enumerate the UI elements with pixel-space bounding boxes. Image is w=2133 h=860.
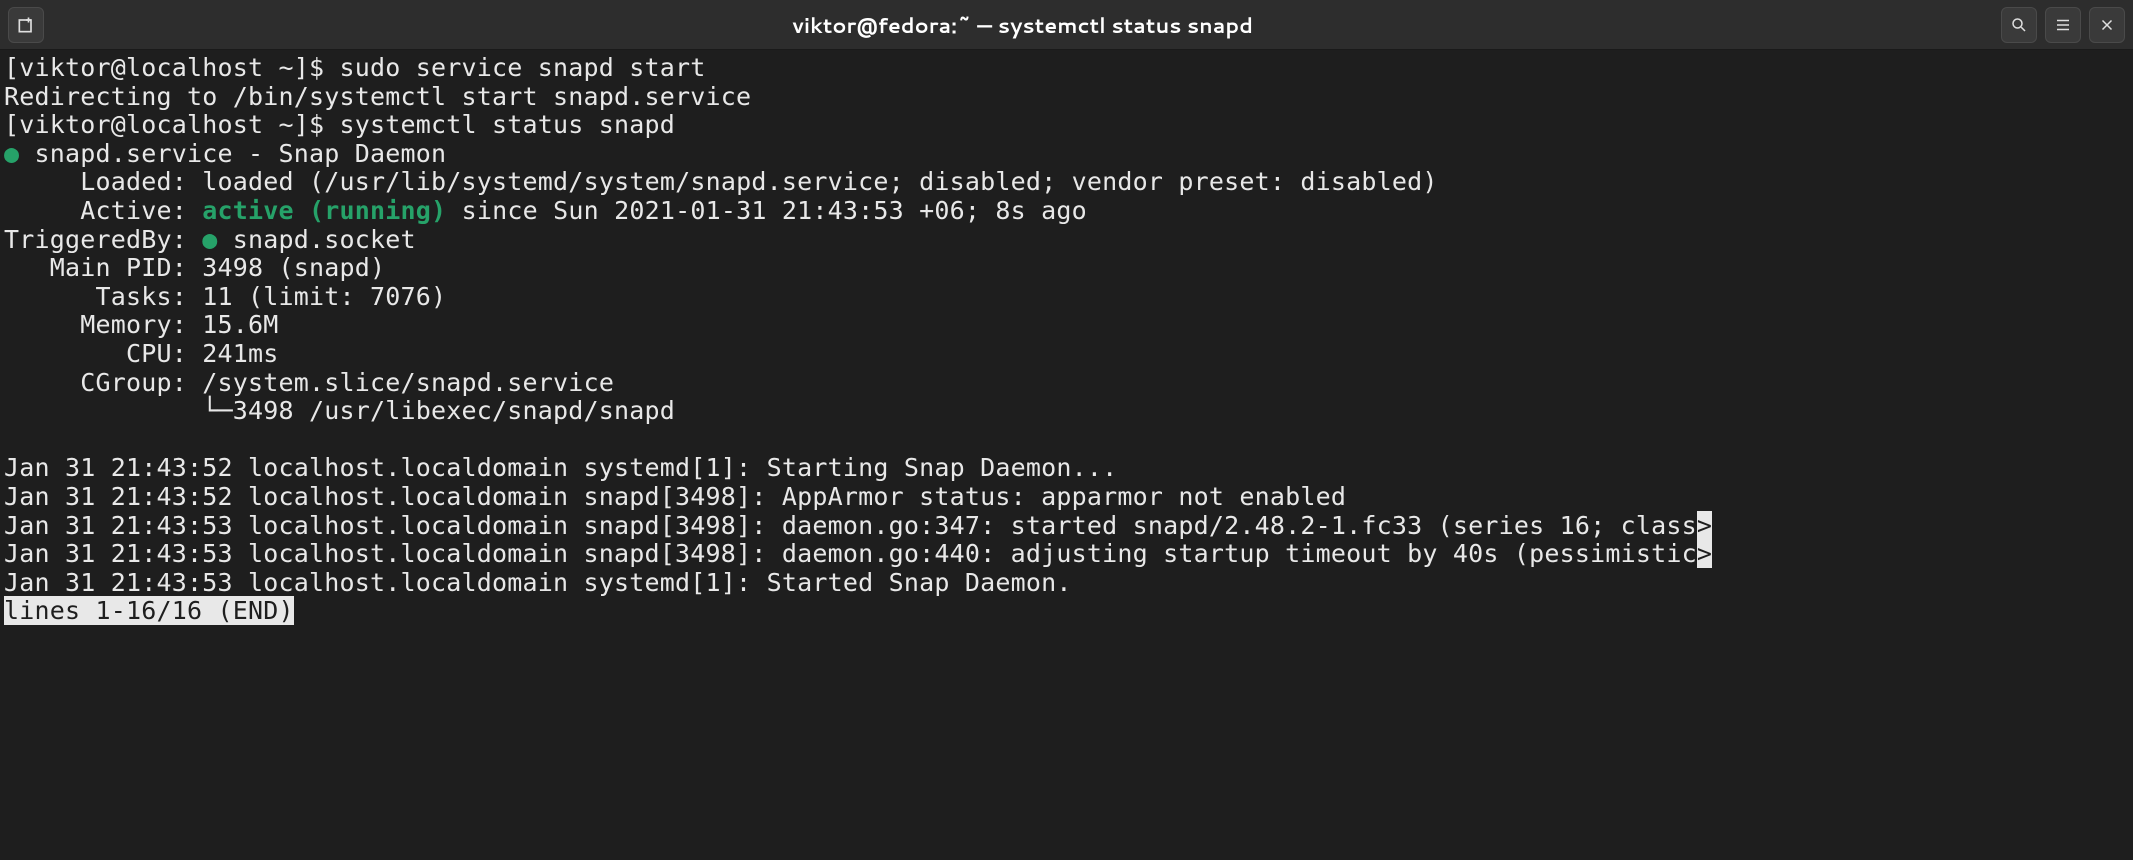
active-since: since Sun 2021-01-31 21:43:53 +06; 8s ag… xyxy=(446,196,1087,225)
status-label: Tasks: xyxy=(4,282,202,311)
shell-prompt: [viktor@localhost ~]$ xyxy=(4,53,340,82)
cpu-value: 241ms xyxy=(202,339,278,368)
mainpid-value: 3498 (snapd) xyxy=(202,253,385,282)
status-label: Loaded: xyxy=(4,167,202,196)
log-line: Jan 31 21:43:52 localhost.localdomain sn… xyxy=(4,482,1346,511)
log-line: Jan 31 21:43:53 localhost.localdomain sy… xyxy=(4,568,1072,597)
status-label: TriggeredBy: xyxy=(4,225,202,254)
search-button[interactable] xyxy=(2001,7,2037,43)
status-value: loaded (/usr/lib/systemd/system/snapd.se… xyxy=(202,167,1437,196)
memory-value: 15.6M xyxy=(202,310,278,339)
status-label: Active: xyxy=(4,196,202,225)
status-label: Main PID: xyxy=(4,253,202,282)
titlebar-actions xyxy=(2001,7,2125,43)
cgroup-tree: └─3498 /usr/libexec/snapd/snapd xyxy=(4,396,675,425)
new-tab-button[interactable] xyxy=(8,7,44,43)
line-overflow-indicator: > xyxy=(1697,511,1712,540)
active-state: active (running) xyxy=(202,196,446,225)
terminal-output[interactable]: [viktor@localhost ~]$ sudo service snapd… xyxy=(0,50,2133,630)
command-text: sudo service snapd start xyxy=(340,53,706,82)
tasks-value: 11 (limit: 7076) xyxy=(202,282,446,311)
log-line: Jan 31 21:43:53 localhost.localdomain sn… xyxy=(4,539,1697,568)
cgroup-value: /system.slice/snapd.service xyxy=(202,368,614,397)
log-line: Jan 31 21:43:52 localhost.localdomain sy… xyxy=(4,453,1117,482)
close-icon xyxy=(2098,16,2116,34)
service-name: snapd.service - Snap Daemon xyxy=(19,139,446,168)
status-label: CGroup: xyxy=(4,368,202,397)
status-label: Memory: xyxy=(4,310,202,339)
close-button[interactable] xyxy=(2089,7,2125,43)
command-text: systemctl status snapd xyxy=(340,110,676,139)
status-dot-icon: ● xyxy=(202,225,217,254)
pager-status: lines 1-16/16 (END) xyxy=(4,596,294,625)
new-tab-icon xyxy=(16,15,36,35)
menu-button[interactable] xyxy=(2045,7,2081,43)
window-title: viktor@fedora:~ — systemctl status snapd xyxy=(44,10,2001,40)
titlebar: viktor@fedora:~ — systemctl status snapd xyxy=(0,0,2133,50)
search-icon xyxy=(2010,16,2028,34)
triggered-value: snapd.socket xyxy=(218,225,416,254)
status-dot-icon: ● xyxy=(4,139,19,168)
output-line: Redirecting to /bin/systemctl start snap… xyxy=(4,82,751,111)
line-overflow-indicator: > xyxy=(1697,539,1712,568)
log-line: Jan 31 21:43:53 localhost.localdomain sn… xyxy=(4,511,1697,540)
shell-prompt: [viktor@localhost ~]$ xyxy=(4,110,340,139)
hamburger-icon xyxy=(2054,16,2072,34)
status-label: CPU: xyxy=(4,339,202,368)
